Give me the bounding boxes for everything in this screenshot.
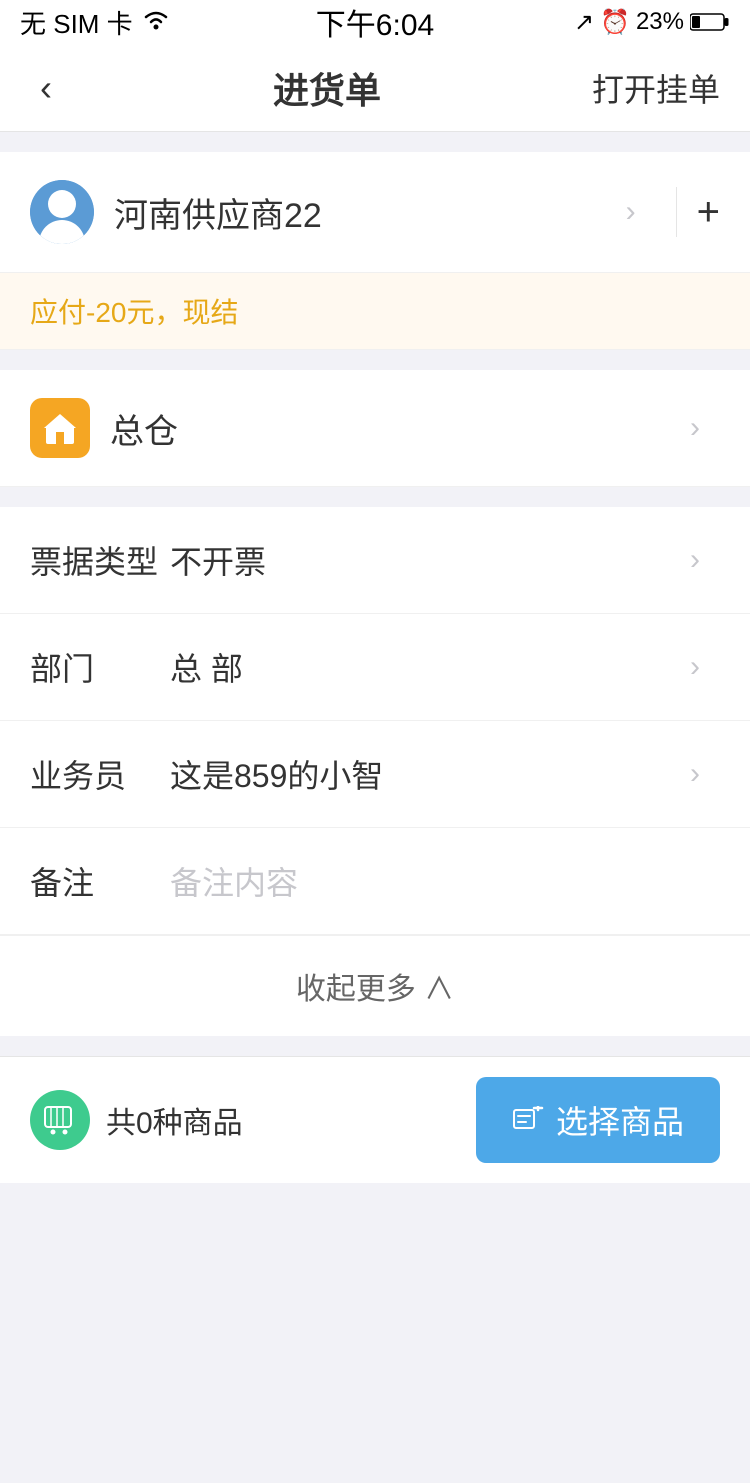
remark-label: 备注 (30, 858, 170, 904)
form-section: 票据类型 不开票 › 部门 总 部 › 业务员 这是859的小智 › 备注 备注… (0, 507, 750, 1036)
invoice-type-label: 票据类型 (30, 537, 170, 583)
status-right: ↗ ⏰ 23% (574, 8, 730, 37)
section-divider-2 (0, 350, 750, 370)
nav-title: 进货单 (273, 62, 381, 114)
supplier-notice: 应付-20元，现结 (0, 273, 750, 350)
salesperson-value: 这是859的小智 (170, 751, 690, 797)
remark-input[interactable]: 备注内容 (170, 858, 720, 904)
location-icon: ↗ (574, 8, 594, 37)
product-count-text: 共0种商品 (106, 1098, 243, 1142)
wifi-icon (141, 8, 171, 37)
status-left: 无 SIM 卡 (20, 4, 171, 41)
warehouse-chevron-icon: › (690, 411, 700, 445)
salesperson-row[interactable]: 业务员 这是859的小智 › (0, 721, 750, 828)
add-supplier-button[interactable]: + (697, 190, 720, 235)
battery-icon (690, 12, 730, 32)
supplier-divider (676, 187, 677, 237)
department-chevron-icon: › (690, 650, 700, 684)
supplier-row[interactable]: 河南供应商22 › + (0, 152, 750, 273)
invoice-type-chevron-icon: › (690, 543, 700, 577)
supplier-chevron-icon: › (626, 195, 636, 229)
main-content: 河南供应商22 › + 应付-20元，现结 总仓 › 票据类型 不开票 › (0, 132, 750, 1483)
salesperson-chevron-icon: › (690, 757, 700, 791)
status-time: 下午6:04 (316, 0, 434, 44)
collapse-button[interactable]: 收起更多 ∧ (0, 935, 750, 1036)
salesperson-label: 业务员 (30, 751, 170, 797)
warehouse-name: 总仓 (110, 404, 690, 453)
select-product-button[interactable]: 选择商品 (476, 1077, 720, 1163)
open-pending-button[interactable]: 打开挂单 (592, 65, 720, 111)
supplier-avatar (30, 180, 94, 244)
battery-label: 23% (636, 8, 684, 36)
bottom-bar: 共0种商品 选择商品 (0, 1056, 750, 1183)
back-button[interactable]: ‹ (30, 57, 62, 119)
status-bar: 无 SIM 卡 下午6:04 ↗ ⏰ 23% (0, 0, 750, 44)
nav-bar: ‹ 进货单 打开挂单 (0, 44, 750, 132)
department-label: 部门 (30, 644, 170, 690)
remark-row[interactable]: 备注 备注内容 (0, 828, 750, 935)
select-product-icon (512, 1106, 544, 1134)
department-value: 总 部 (170, 644, 690, 690)
department-row[interactable]: 部门 总 部 › (0, 614, 750, 721)
carrier-label: 无 SIM 卡 (20, 4, 133, 41)
product-cart-icon (30, 1090, 90, 1150)
warehouse-icon (30, 398, 90, 458)
avatar-icon (30, 180, 94, 244)
select-product-label: 选择商品 (556, 1097, 684, 1143)
supplier-name: 河南供应商22 (114, 188, 626, 237)
warehouse-row[interactable]: 总仓 › (0, 370, 750, 487)
section-divider-top (0, 132, 750, 152)
section-divider-3 (0, 487, 750, 507)
section-divider-4 (0, 1036, 750, 1056)
product-left: 共0种商品 (30, 1090, 243, 1150)
alarm-icon: ⏰ (600, 8, 630, 37)
invoice-type-row[interactable]: 票据类型 不开票 › (0, 507, 750, 614)
remaining-space (0, 1183, 750, 1483)
supplier-section: 河南供应商22 › + 应付-20元，现结 (0, 152, 750, 350)
invoice-type-value: 不开票 (170, 537, 690, 583)
